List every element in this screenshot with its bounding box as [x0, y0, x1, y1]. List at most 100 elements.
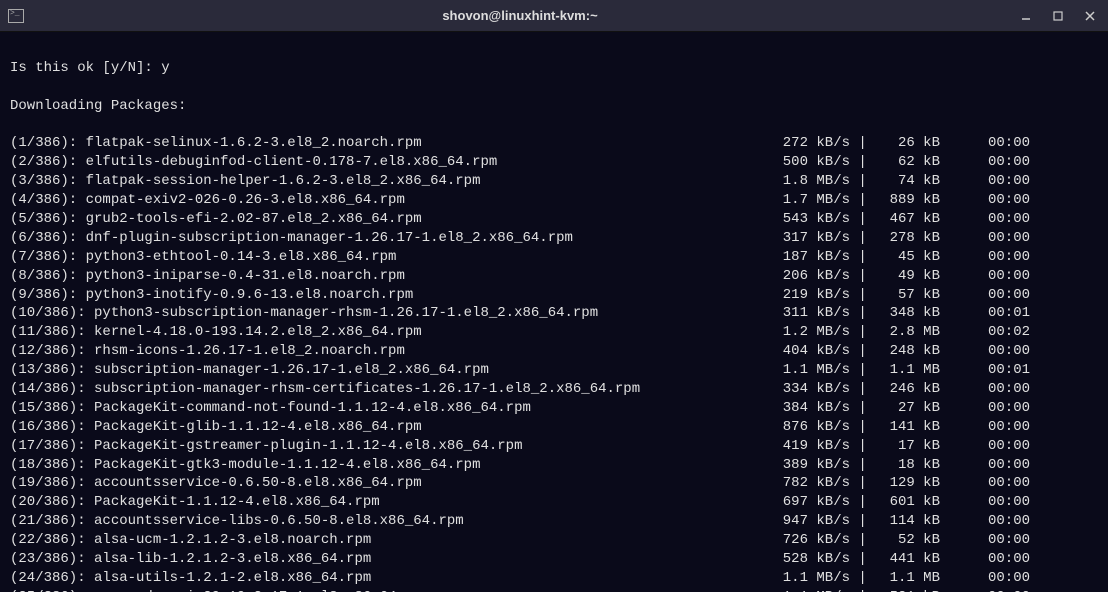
download-size: 1.1 MB [870, 569, 940, 588]
download-time: 00:00 [940, 134, 1030, 153]
window-title: shovon@linuxhint-kvm:~ [24, 8, 1016, 23]
download-time: 00:01 [940, 361, 1030, 380]
download-time: 00:00 [940, 210, 1030, 229]
download-size: 467 kB [870, 210, 940, 229]
download-package: (21/386): accountsservice-libs-0.6.50-8.… [10, 512, 770, 531]
download-size: 521 kB [870, 588, 940, 592]
download-package: (7/386): python3-ethtool-0.14-3.el8.x86_… [10, 248, 770, 267]
download-speed: 543 kB/s [770, 210, 850, 229]
download-time: 00:00 [940, 172, 1030, 191]
download-row: (1/386): flatpak-selinux-1.6.2-3.el8_2.n… [10, 134, 1098, 153]
download-time: 00:00 [940, 418, 1030, 437]
download-row: (13/386): subscription-manager-1.26.17-1… [10, 361, 1098, 380]
download-size: 57 kB [870, 286, 940, 305]
download-row: (2/386): elfutils-debuginfod-client-0.17… [10, 153, 1098, 172]
download-speed: 1.1 MB/s [770, 361, 850, 380]
download-size: 248 kB [870, 342, 940, 361]
download-speed: 528 kB/s [770, 550, 850, 569]
download-time: 00:00 [940, 342, 1030, 361]
download-time: 00:00 [940, 531, 1030, 550]
download-speed: 947 kB/s [770, 512, 850, 531]
download-row: (3/386): flatpak-session-helper-1.6.2-3.… [10, 172, 1098, 191]
download-size: 246 kB [870, 380, 940, 399]
download-package: (6/386): dnf-plugin-subscription-manager… [10, 229, 770, 248]
download-row: (5/386): grub2-tools-efi-2.02-87.el8_2.x… [10, 210, 1098, 229]
download-time: 00:00 [940, 493, 1030, 512]
titlebar: shovon@linuxhint-kvm:~ [0, 0, 1108, 32]
download-size: 45 kB [870, 248, 940, 267]
download-size: 49 kB [870, 267, 940, 286]
download-package: (17/386): PackageKit-gstreamer-plugin-1.… [10, 437, 770, 456]
download-package: (9/386): python3-inotify-0.9.6-13.el8.no… [10, 286, 770, 305]
download-package: (16/386): PackageKit-glib-1.1.12-4.el8.x… [10, 418, 770, 437]
download-speed: 419 kB/s [770, 437, 850, 456]
download-speed: 1.1 MB/s [770, 588, 850, 592]
download-speed: 219 kB/s [770, 286, 850, 305]
download-speed: 1.1 MB/s [770, 569, 850, 588]
download-time: 00:02 [940, 323, 1030, 342]
minimize-button[interactable] [1016, 6, 1036, 26]
download-size: 114 kB [870, 512, 940, 531]
download-size: 278 kB [870, 229, 940, 248]
download-package: (24/386): alsa-utils-1.2.1-2.el8.x86_64.… [10, 569, 770, 588]
download-time: 00:00 [940, 550, 1030, 569]
download-time: 00:00 [940, 153, 1030, 172]
download-speed: 876 kB/s [770, 418, 850, 437]
download-size: 52 kB [870, 531, 940, 550]
download-time: 00:00 [940, 588, 1030, 592]
download-package: (5/386): grub2-tools-efi-2.02-87.el8_2.x… [10, 210, 770, 229]
download-time: 00:00 [940, 399, 1030, 418]
download-package: (14/386): subscription-manager-rhsm-cert… [10, 380, 770, 399]
download-size: 62 kB [870, 153, 940, 172]
download-row: (18/386): PackageKit-gtk3-module-1.1.12-… [10, 456, 1098, 475]
download-time: 00:01 [940, 304, 1030, 323]
download-speed: 389 kB/s [770, 456, 850, 475]
download-package: (13/386): subscription-manager-1.26.17-1… [10, 361, 770, 380]
download-time: 00:00 [940, 512, 1030, 531]
download-row: (20/386): PackageKit-1.1.12-4.el8.x86_64… [10, 493, 1098, 512]
download-package: (8/386): python3-iniparse-0.4-31.el8.noa… [10, 267, 770, 286]
download-package: (15/386): PackageKit-command-not-found-1… [10, 399, 770, 418]
download-size: 129 kB [870, 474, 940, 493]
download-size: 141 kB [870, 418, 940, 437]
download-time: 00:00 [940, 569, 1030, 588]
prompt-line: Is this ok [y/N]: y [10, 59, 1098, 78]
download-row: (24/386): alsa-utils-1.2.1-2.el8.x86_64.… [10, 569, 1098, 588]
download-row: (4/386): compat-exiv2-026-0.26-3.el8.x86… [10, 191, 1098, 210]
download-row: (10/386): python3-subscription-manager-r… [10, 304, 1098, 323]
download-package: (19/386): accountsservice-0.6.50-8.el8.x… [10, 474, 770, 493]
download-time: 00:00 [940, 456, 1030, 475]
download-time: 00:00 [940, 286, 1030, 305]
download-size: 17 kB [870, 437, 940, 456]
terminal-icon [8, 9, 24, 23]
download-size: 18 kB [870, 456, 940, 475]
download-speed: 384 kB/s [770, 399, 850, 418]
download-row: (7/386): python3-ethtool-0.14-3.el8.x86_… [10, 248, 1098, 267]
status-line: Downloading Packages: [10, 97, 1098, 116]
download-size: 1.1 MB [870, 361, 940, 380]
download-package: (3/386): flatpak-session-helper-1.6.2-3.… [10, 172, 770, 191]
download-size: 441 kB [870, 550, 940, 569]
download-package: (20/386): PackageKit-1.1.12-4.el8.x86_64… [10, 493, 770, 512]
maximize-button[interactable] [1048, 6, 1068, 26]
download-row: (11/386): kernel-4.18.0-193.14.2.el8_2.x… [10, 323, 1098, 342]
download-size: 74 kB [870, 172, 940, 191]
download-size: 889 kB [870, 191, 940, 210]
download-package: (25/386): anaconda-gui-29.19.2.17-1.el8.… [10, 588, 770, 592]
download-row: (22/386): alsa-ucm-1.2.1.2-3.el8.noarch.… [10, 531, 1098, 550]
download-size: 26 kB [870, 134, 940, 153]
download-speed: 1.7 MB/s [770, 191, 850, 210]
download-size: 601 kB [870, 493, 940, 512]
download-speed: 1.8 MB/s [770, 172, 850, 191]
download-speed: 187 kB/s [770, 248, 850, 267]
download-speed: 317 kB/s [770, 229, 850, 248]
download-time: 00:00 [940, 380, 1030, 399]
download-row: (16/386): PackageKit-glib-1.1.12-4.el8.x… [10, 418, 1098, 437]
download-package: (23/386): alsa-lib-1.2.1.2-3.el8.x86_64.… [10, 550, 770, 569]
download-package: (1/386): flatpak-selinux-1.6.2-3.el8_2.n… [10, 134, 770, 153]
download-package: (18/386): PackageKit-gtk3-module-1.1.12-… [10, 456, 770, 475]
terminal-output[interactable]: Is this ok [y/N]: y Downloading Packages… [0, 32, 1108, 592]
download-size: 348 kB [870, 304, 940, 323]
download-time: 00:00 [940, 191, 1030, 210]
close-button[interactable] [1080, 6, 1100, 26]
